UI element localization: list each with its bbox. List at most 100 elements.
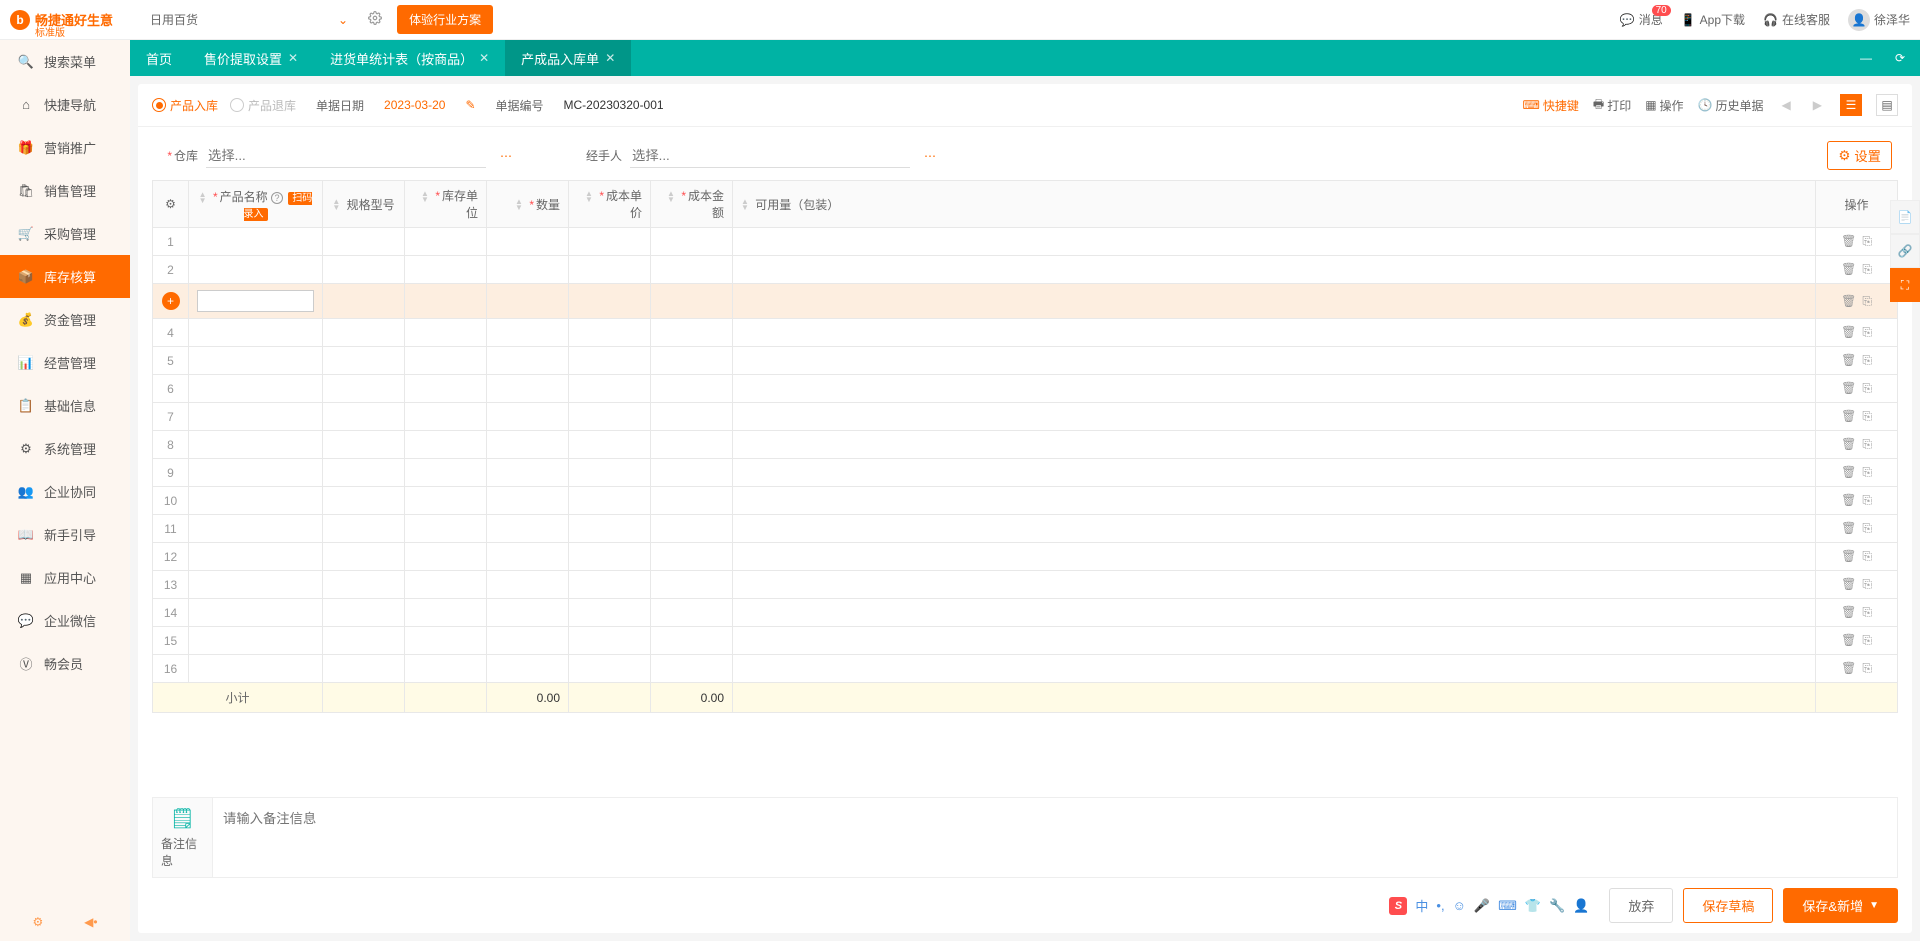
ime-mic-icon[interactable]: 🎤 [1474, 898, 1490, 914]
table-row[interactable]: 1🗑⎘ [153, 228, 1898, 256]
sogou-icon[interactable]: S [1389, 897, 1407, 915]
delete-icon[interactable]: 🗑 [1841, 549, 1856, 563]
table-row[interactable]: 16🗑⎘ [153, 655, 1898, 683]
side-tool-link[interactable]: 🔗 [1890, 234, 1920, 268]
action-link[interactable]: ▦ 操作 [1645, 97, 1683, 114]
sidebar-item-book[interactable]: 📖新手引导 [0, 513, 130, 556]
card-view-toggle[interactable]: ▤ [1876, 94, 1898, 116]
side-tool-expand[interactable]: ⛶ [1890, 268, 1920, 302]
add-row-icon[interactable]: + [162, 292, 180, 310]
app-download-button[interactable]: 📱 App下载 [1681, 11, 1745, 28]
copy-icon[interactable]: ⎘ [1862, 437, 1872, 452]
settings-icon[interactable]: ⚙ [32, 915, 43, 929]
save-new-button[interactable]: 保存&新增 ▼ [1783, 888, 1898, 923]
col-price[interactable]: ▲▼ *成本单价 [569, 181, 651, 228]
copy-icon[interactable]: ⎘ [1862, 234, 1872, 249]
table-row[interactable]: 11🗑⎘ [153, 515, 1898, 543]
ime-punct-icon[interactable]: •, [1436, 898, 1444, 913]
sidebar-item-search[interactable]: 🔍搜索菜单 [0, 40, 130, 83]
category-selector[interactable]: 日用百货 ⌄ [150, 11, 348, 28]
delete-icon[interactable]: 🗑 [1841, 381, 1856, 395]
delete-icon[interactable]: 🗑 [1841, 325, 1856, 339]
sidebar-item-apps[interactable]: ▦应用中心 [0, 556, 130, 599]
tab-0[interactable]: 首页 [130, 40, 188, 76]
delete-icon[interactable]: 🗑 [1841, 605, 1856, 619]
user-menu[interactable]: 👤 徐泽华 [1848, 9, 1910, 31]
close-icon[interactable]: ✕ [479, 51, 489, 65]
copy-icon[interactable]: ⎘ [1862, 549, 1872, 564]
table-row[interactable]: 13🗑⎘ [153, 571, 1898, 599]
copy-icon[interactable]: ⎘ [1862, 294, 1872, 309]
shortcut-link[interactable]: ⌨ 快捷键 [1523, 97, 1579, 114]
copy-icon[interactable]: ⎘ [1862, 577, 1872, 592]
help-icon[interactable]: ? [271, 192, 283, 204]
tab-1[interactable]: 售价提取设置✕ [188, 40, 314, 76]
prev-arrow-icon[interactable]: ◀ [1778, 98, 1795, 112]
col-spec[interactable]: ▲▼ 规格型号 [323, 181, 405, 228]
sidebar-item-safe[interactable]: 💰资金管理 [0, 298, 130, 341]
table-row[interactable]: 8🗑⎘ [153, 431, 1898, 459]
ime-keyboard-icon[interactable]: ⌨ [1498, 898, 1517, 914]
delete-icon[interactable]: 🗑 [1841, 493, 1856, 507]
collapse-icon[interactable]: ◀• [84, 915, 97, 929]
remarks-input[interactable] [213, 798, 1897, 854]
tab-3[interactable]: 产成品入库单✕ [505, 40, 631, 76]
copy-icon[interactable]: ⎘ [1862, 633, 1872, 648]
sidebar-item-list[interactable]: 📋基础信息 [0, 384, 130, 427]
more-icon[interactable]: ⋯ [924, 149, 936, 163]
table-row[interactable]: 7🗑⎘ [153, 403, 1898, 431]
delete-icon[interactable]: 🗑 [1841, 234, 1856, 248]
tab-2[interactable]: 进货单统计表（按商品）✕ [314, 40, 505, 76]
close-icon[interactable]: ✕ [605, 51, 615, 65]
copy-icon[interactable]: ⎘ [1862, 521, 1872, 536]
col-available[interactable]: ▲▼ 可用量（包装） [733, 181, 1816, 228]
delete-icon[interactable]: 🗑 [1841, 262, 1856, 276]
save-draft-button[interactable]: 保存草稿 [1683, 888, 1773, 923]
handler-input[interactable] [630, 144, 910, 168]
copy-icon[interactable]: ⎘ [1862, 409, 1872, 424]
delete-icon[interactable]: 🗑 [1841, 661, 1856, 675]
sidebar-item-gear[interactable]: ⚙系统管理 [0, 427, 130, 470]
online-service-button[interactable]: 🎧 在线客服 [1763, 11, 1830, 28]
table-row[interactable]: 6🗑⎘ [153, 375, 1898, 403]
copy-icon[interactable]: ⎘ [1862, 381, 1872, 396]
ime-tool-icon[interactable]: 🔧 [1549, 898, 1565, 914]
history-link[interactable]: 🕓 历史单据 [1698, 97, 1764, 114]
copy-icon[interactable]: ⎘ [1862, 493, 1872, 508]
copy-icon[interactable]: ⎘ [1862, 661, 1872, 676]
print-link[interactable]: 🖶 打印 [1593, 95, 1631, 116]
copy-icon[interactable]: ⎘ [1862, 262, 1872, 277]
delete-icon[interactable]: 🗑 [1841, 437, 1856, 451]
next-arrow-icon[interactable]: ▶ [1809, 98, 1826, 112]
messages-button[interactable]: 💬 消息 70 [1620, 11, 1663, 28]
table-row[interactable]: 2🗑⎘ [153, 256, 1898, 284]
ime-smile-icon[interactable]: ☺ [1453, 898, 1466, 913]
delete-icon[interactable]: 🗑 [1841, 521, 1856, 535]
sidebar-item-gift[interactable]: 🎁营销推广 [0, 126, 130, 169]
copy-icon[interactable]: ⎘ [1862, 325, 1872, 340]
copy-icon[interactable]: ⎘ [1862, 353, 1872, 368]
list-view-toggle[interactable]: ☰ [1840, 94, 1862, 116]
minimize-icon[interactable]: — [1854, 46, 1878, 70]
warehouse-input[interactable] [206, 144, 486, 168]
sidebar-item-wechat[interactable]: 💬企业微信 [0, 599, 130, 642]
date-value[interactable]: 2023-03-20 [384, 98, 445, 112]
delete-icon[interactable]: 🗑 [1841, 409, 1856, 423]
col-amount[interactable]: ▲▼ *成本金额 [651, 181, 733, 228]
col-qty[interactable]: ▲▼ *数量 [487, 181, 569, 228]
sidebar-item-users[interactable]: 👥企业协同 [0, 470, 130, 513]
sidebar-item-home[interactable]: ⌂快捷导航 [0, 83, 130, 126]
pencil-icon[interactable]: ✎ [465, 98, 475, 112]
sidebar-item-vip[interactable]: Ⓥ畅会员 [0, 642, 130, 685]
sidebar-item-chart[interactable]: 📊经营管理 [0, 341, 130, 384]
copy-icon[interactable]: ⎘ [1862, 605, 1872, 620]
ime-skin-icon[interactable]: 👕 [1525, 898, 1541, 914]
sidebar-item-box[interactable]: 📦库存核算 [0, 255, 130, 298]
table-row[interactable]: 9🗑⎘ [153, 459, 1898, 487]
more-icon[interactable]: ⋯ [500, 149, 512, 163]
table-row[interactable]: +🗑⎘ [153, 284, 1898, 319]
ime-lang[interactable]: 中 [1415, 896, 1428, 915]
gear-icon[interactable] [368, 11, 382, 28]
table-row[interactable]: 12🗑⎘ [153, 543, 1898, 571]
delete-icon[interactable]: 🗑 [1841, 577, 1856, 591]
